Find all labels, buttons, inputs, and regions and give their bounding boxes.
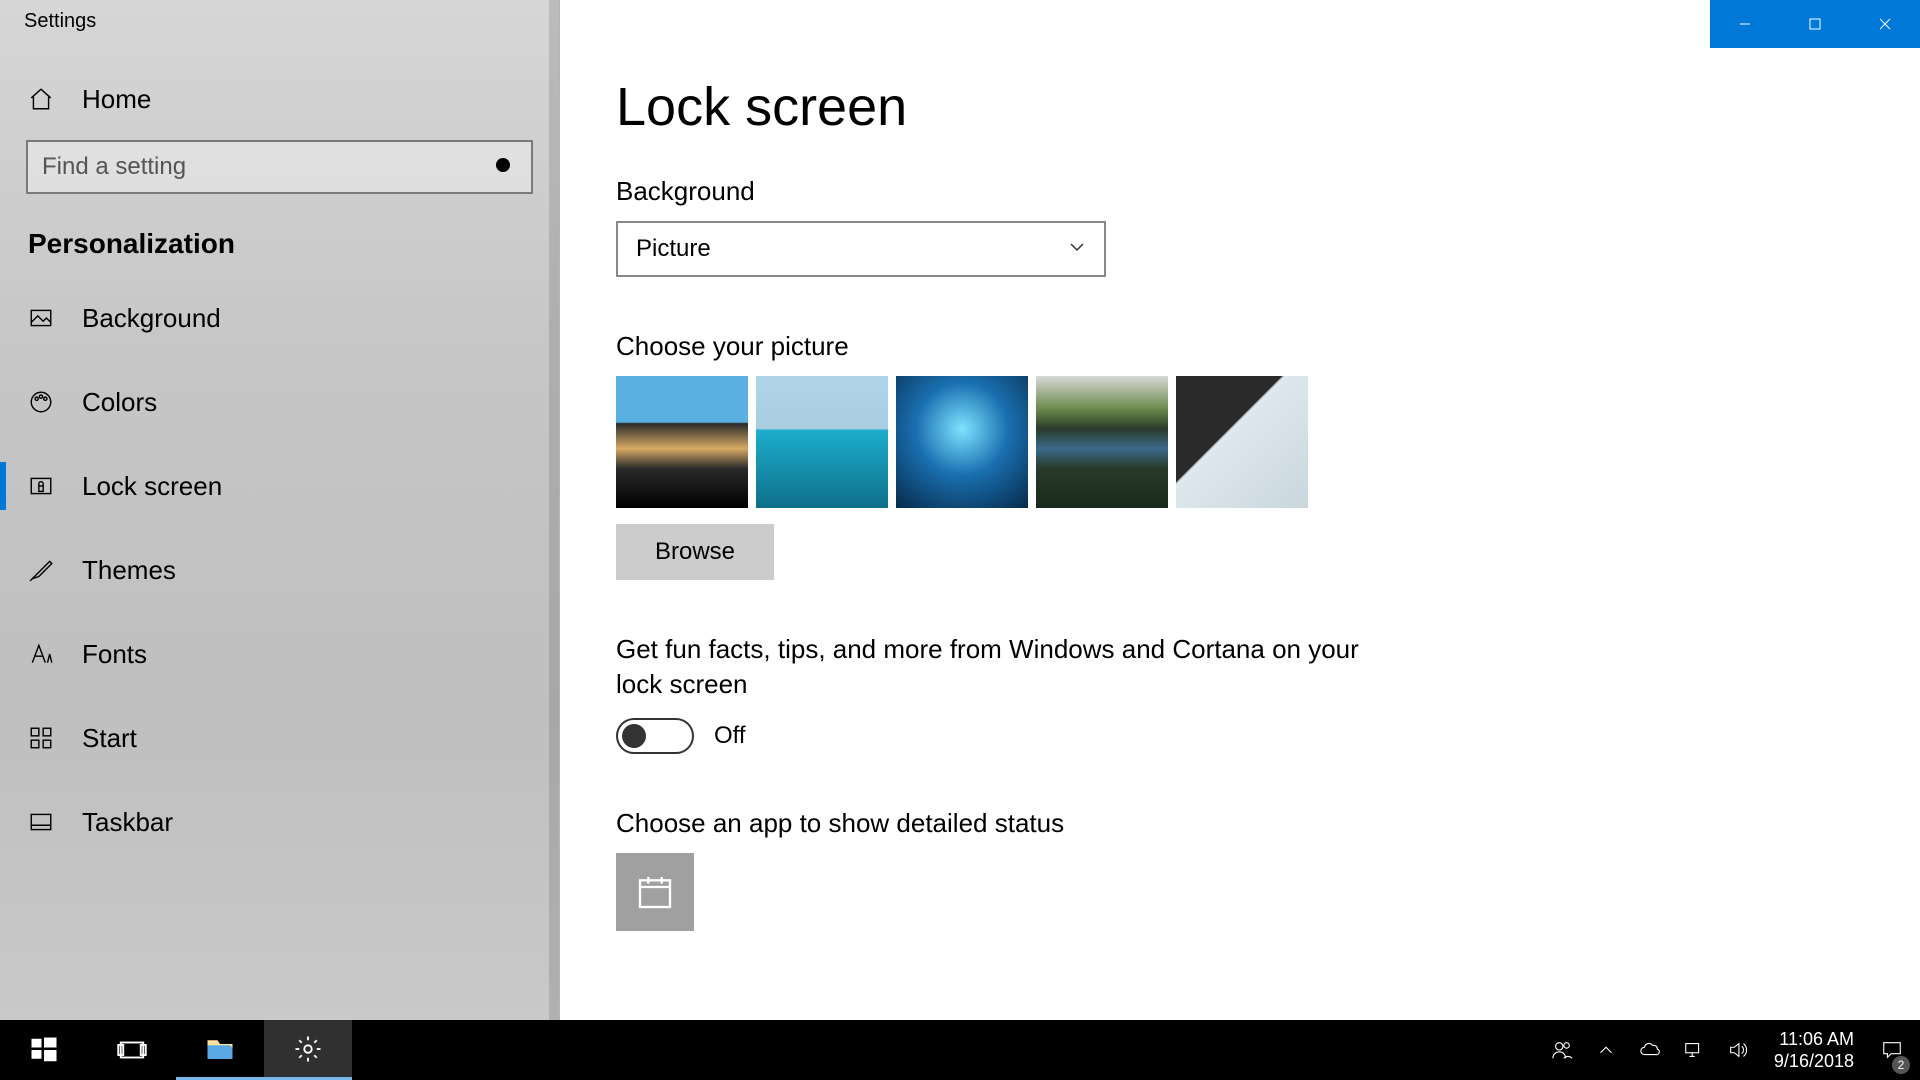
taskbar-clock[interactable]: 11:06 AM 9/16/2018 bbox=[1764, 1028, 1864, 1073]
people-tray-icon[interactable] bbox=[1544, 1020, 1580, 1080]
lock-screen-icon bbox=[26, 471, 56, 501]
picture-thumb-5[interactable] bbox=[1176, 376, 1308, 508]
sidebar-item-taskbar[interactable]: Taskbar bbox=[0, 780, 559, 864]
detailed-status-label: Choose an app to show detailed status bbox=[616, 808, 1920, 839]
sidebar-item-background[interactable]: Background bbox=[0, 276, 559, 360]
sidebar: Home Personalization Background Colors L… bbox=[0, 0, 560, 1020]
page-title: Lock screen bbox=[616, 76, 1920, 138]
sidebar-home[interactable]: Home bbox=[0, 58, 559, 140]
main-content: Lock screen Background Picture Choose yo… bbox=[560, 0, 1920, 1020]
sidebar-item-themes[interactable]: Themes bbox=[0, 528, 559, 612]
sidebar-home-label: Home bbox=[82, 84, 151, 115]
calendar-icon bbox=[635, 872, 675, 912]
notification-badge: 2 bbox=[1892, 1056, 1910, 1074]
fun-facts-label: Get fun facts, tips, and more from Windo… bbox=[616, 632, 1376, 702]
sidebar-item-label: Themes bbox=[82, 555, 176, 586]
network-tray-icon[interactable] bbox=[1676, 1020, 1712, 1080]
palette-icon bbox=[26, 387, 56, 417]
browse-button[interactable]: Browse bbox=[616, 524, 774, 580]
sidebar-item-label: Fonts bbox=[82, 639, 147, 670]
window-title: Settings bbox=[0, 0, 120, 43]
sidebar-item-start[interactable]: Start bbox=[0, 696, 559, 780]
sidebar-item-label: Start bbox=[82, 723, 137, 754]
fun-facts-toggle[interactable] bbox=[616, 718, 694, 754]
taskbar-icon bbox=[26, 807, 56, 837]
sidebar-item-label: Lock screen bbox=[82, 471, 222, 502]
file-explorer-taskbar[interactable] bbox=[176, 1020, 264, 1080]
sidebar-item-label: Background bbox=[82, 303, 221, 334]
tray-chevron-icon[interactable] bbox=[1588, 1020, 1624, 1080]
settings-taskbar[interactable] bbox=[264, 1020, 352, 1080]
brush-icon bbox=[26, 555, 56, 585]
sidebar-category: Personalization bbox=[0, 202, 559, 276]
picture-thumb-3[interactable] bbox=[896, 376, 1028, 508]
picture-thumb-4[interactable] bbox=[1036, 376, 1168, 508]
background-label: Background bbox=[616, 176, 1920, 207]
taskbar: 11:06 AM 9/16/2018 2 bbox=[0, 1020, 1920, 1080]
close-button[interactable] bbox=[1850, 0, 1920, 48]
choose-picture-label: Choose your picture bbox=[616, 331, 1920, 362]
home-icon bbox=[26, 84, 56, 114]
search-icon bbox=[493, 155, 517, 179]
chevron-down-icon bbox=[1068, 235, 1086, 263]
dropdown-value: Picture bbox=[636, 235, 711, 263]
start-button[interactable] bbox=[0, 1020, 88, 1080]
search-input-wrap[interactable] bbox=[26, 140, 533, 194]
picture-thumb-2[interactable] bbox=[756, 376, 888, 508]
start-grid-icon bbox=[26, 723, 56, 753]
maximize-button[interactable] bbox=[1780, 0, 1850, 48]
volume-tray-icon[interactable] bbox=[1720, 1020, 1756, 1080]
taskbar-date: 9/16/2018 bbox=[1774, 1050, 1854, 1073]
sidebar-item-label: Taskbar bbox=[82, 807, 173, 838]
font-icon bbox=[26, 639, 56, 669]
sidebar-item-fonts[interactable]: Fonts bbox=[0, 612, 559, 696]
sidebar-item-label: Colors bbox=[82, 387, 157, 418]
sidebar-item-lock-screen[interactable]: Lock screen bbox=[0, 444, 559, 528]
minimize-button[interactable] bbox=[1710, 0, 1780, 48]
picture-icon bbox=[26, 303, 56, 333]
picture-thumb-1[interactable] bbox=[616, 376, 748, 508]
action-center-icon[interactable]: 2 bbox=[1872, 1020, 1912, 1080]
search-input[interactable] bbox=[42, 153, 493, 181]
taskbar-time: 11:06 AM bbox=[1774, 1028, 1854, 1051]
detailed-status-app-slot[interactable] bbox=[616, 853, 694, 931]
sidebar-item-colors[interactable]: Colors bbox=[0, 360, 559, 444]
background-dropdown[interactable]: Picture bbox=[616, 221, 1106, 277]
taskview-button[interactable] bbox=[88, 1020, 176, 1080]
sidebar-scrollbar[interactable] bbox=[549, 0, 559, 1020]
fun-facts-toggle-state: Off bbox=[714, 722, 746, 750]
onedrive-tray-icon[interactable] bbox=[1632, 1020, 1668, 1080]
